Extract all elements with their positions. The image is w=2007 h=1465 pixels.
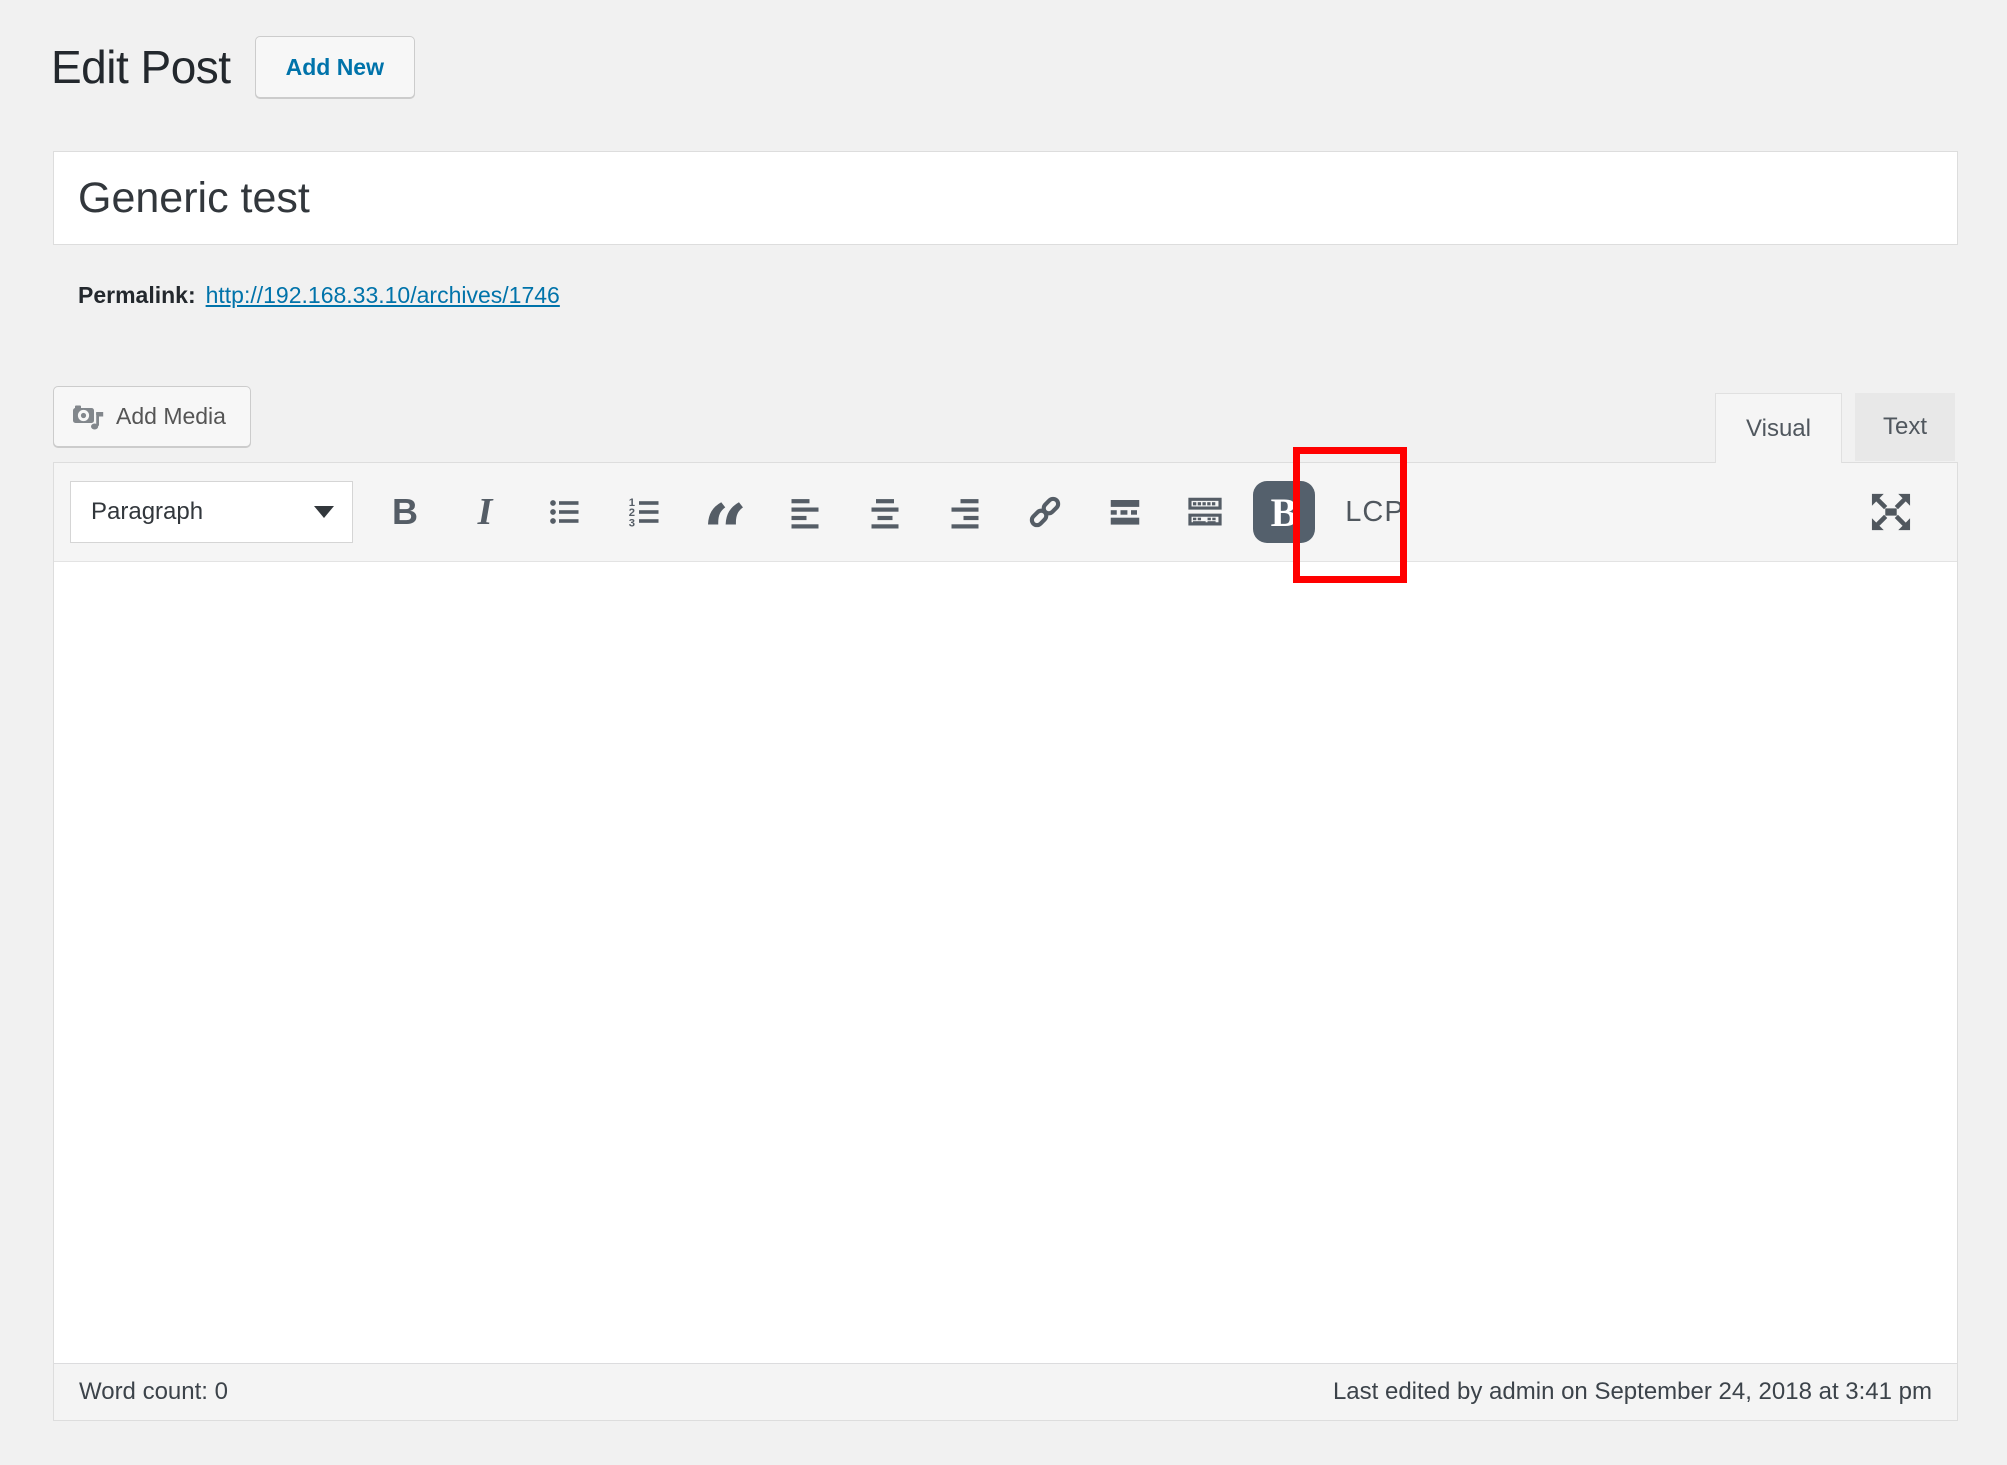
keyboard-icon xyxy=(1188,497,1222,526)
permalink-link[interactable]: http://192.168.33.10/archives/1746 xyxy=(206,282,560,309)
paragraph-format-select[interactable]: Paragraph xyxy=(70,481,353,543)
page-header: Edit Post Add New xyxy=(51,36,415,98)
bold-button[interactable]: B xyxy=(373,481,437,543)
insert-link-button[interactable] xyxy=(1013,481,1077,543)
add-media-button[interactable]: Add Media xyxy=(53,386,251,447)
paragraph-format-label: Paragraph xyxy=(91,498,204,525)
bootstrap-shortcode-button[interactable]: B xyxy=(1253,481,1315,543)
blockquote-button[interactable]: “ xyxy=(693,481,757,573)
lcp-shortcode-button[interactable]: LCP xyxy=(1331,481,1419,543)
numbered-list-icon: 1 2 3 xyxy=(629,497,659,529)
align-center-icon xyxy=(871,499,899,529)
bulleted-list-icon xyxy=(550,500,579,524)
toolbar-toggle-button[interactable] xyxy=(1173,481,1237,543)
permalink: Permalink: http://192.168.33.10/archives… xyxy=(78,282,560,309)
add-media-icon xyxy=(72,403,104,431)
align-center-button[interactable] xyxy=(853,481,917,543)
editor-toolbar: Paragraph B I 1 2 3 “ B LCP xyxy=(54,463,1957,573)
post-title-input[interactable] xyxy=(53,151,1958,245)
bootstrap-icon: B xyxy=(1270,489,1298,535)
word-count: Word count: 0 xyxy=(79,1378,228,1405)
editor-container: Paragraph B I 1 2 3 “ B LCP Word count: … xyxy=(53,462,1958,1421)
last-edited-info: Last edited by admin on September 24, 20… xyxy=(1332,1378,1932,1405)
tab-text[interactable]: Text xyxy=(1855,393,1955,461)
italic-icon: I xyxy=(477,491,493,533)
chevron-down-icon xyxy=(314,506,334,518)
read-more-icon xyxy=(1110,500,1140,525)
add-new-button[interactable]: Add New xyxy=(254,36,415,98)
fullscreen-icon xyxy=(1871,493,1911,531)
add-media-label: Add Media xyxy=(116,403,226,429)
align-left-button[interactable] xyxy=(773,481,837,543)
permalink-label: Permalink: xyxy=(78,282,196,308)
tab-visual[interactable]: Visual xyxy=(1715,393,1842,463)
svg-text:3: 3 xyxy=(629,517,635,529)
link-icon xyxy=(1029,496,1061,528)
fullscreen-button[interactable] xyxy=(1859,481,1923,543)
align-right-icon xyxy=(951,499,979,529)
lcp-button-label: LCP xyxy=(1345,495,1405,528)
align-left-icon xyxy=(791,499,819,529)
numbered-list-button[interactable]: 1 2 3 xyxy=(613,481,677,543)
italic-button[interactable]: I xyxy=(453,481,517,543)
bulleted-list-button[interactable] xyxy=(533,481,597,543)
bold-icon: B xyxy=(392,491,418,532)
read-more-button[interactable] xyxy=(1093,481,1157,543)
editor-content[interactable] xyxy=(54,562,1957,1363)
align-right-button[interactable] xyxy=(933,481,997,543)
page-title: Edit Post xyxy=(51,41,231,93)
editor-statusbar: Word count: 0 Last edited by admin on Se… xyxy=(54,1363,1957,1420)
